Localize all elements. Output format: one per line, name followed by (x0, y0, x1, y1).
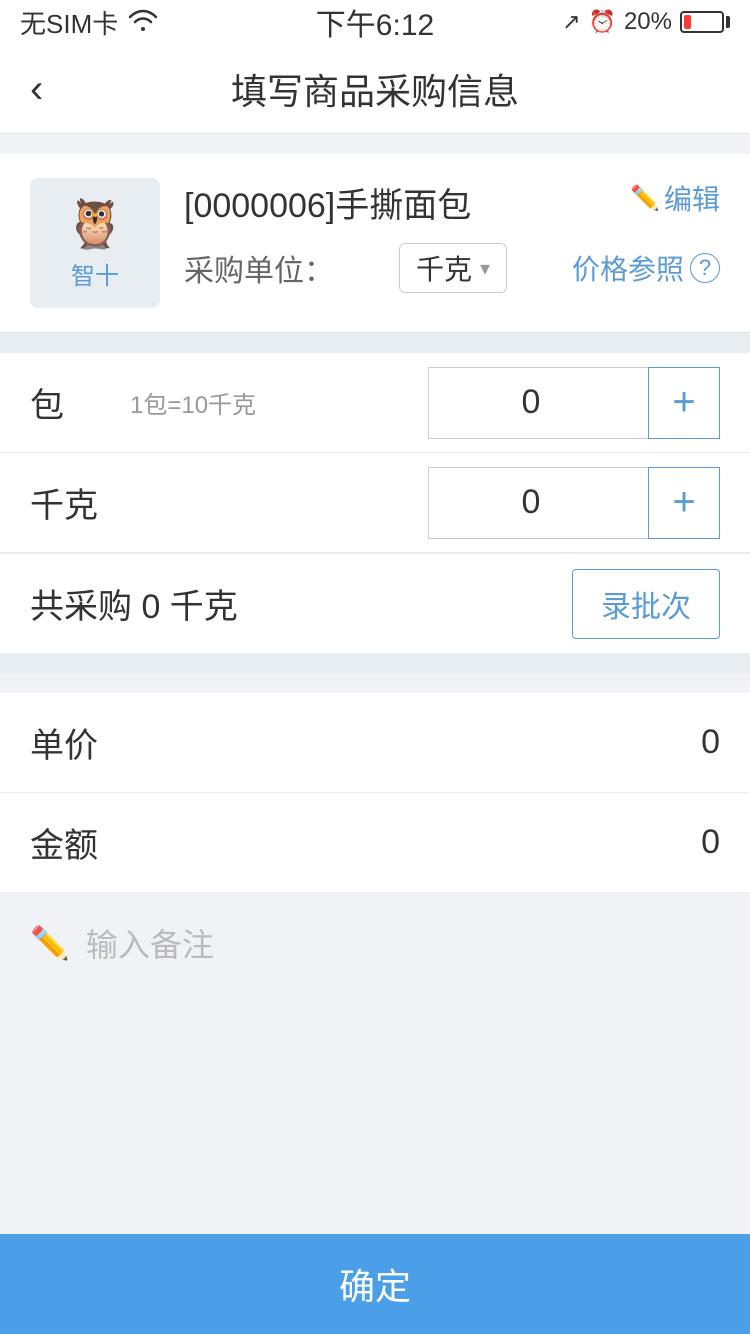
status-time: 下午6:12 (316, 0, 434, 44)
amount-value: 0 (701, 823, 720, 862)
bag-plus-button[interactable]: + (648, 367, 720, 439)
kg-input-row: 千克 + (0, 453, 750, 553)
price-ref-question-icon: ? (690, 253, 720, 283)
kg-input[interactable] (428, 467, 648, 539)
input-section: 包 1包=10千克 + 千克 + 共采购 0 千克 录批次 (0, 353, 750, 653)
amount-label: 金额 (30, 818, 701, 867)
alarm-icon: ⏰ (589, 9, 616, 35)
product-image: 🦉 智十 (30, 178, 160, 308)
product-header: [0000006]手撕面包 ✏️ 编辑 (184, 178, 720, 227)
unit-value: 千克 (416, 248, 472, 288)
confirm-btn-wrapper: 确定 (0, 1234, 750, 1334)
status-bar: 无SIM卡 下午6:12 ↗ ⏰ 20% (0, 0, 750, 44)
remarks-section[interactable]: ✏️ 输入备注 (0, 893, 750, 993)
product-card: 🦉 智十 [0000006]手撕面包 ✏️ 编辑 采购单位： 千克 ▾ 价格参照… (0, 154, 750, 333)
unit-price-value: 0 (701, 723, 720, 762)
battery-icon (680, 11, 730, 33)
back-button[interactable]: ‹ (30, 69, 43, 109)
page-title: 填写商品采购信息 (231, 63, 519, 115)
unit-price-label: 单价 (30, 718, 701, 767)
unit-row: 采购单位： 千克 ▾ 价格参照 ? (184, 243, 720, 293)
battery-percent: 20% (624, 8, 672, 36)
kg-label: 千克 (30, 478, 110, 527)
unit-select[interactable]: 千克 ▾ (399, 243, 507, 293)
price-section: 单价 0 金额 0 (0, 693, 750, 893)
price-ref-link[interactable]: 价格参照 ? (572, 248, 720, 288)
edit-link[interactable]: ✏️ 编辑 (630, 178, 720, 218)
confirm-button[interactable]: 确定 (0, 1234, 750, 1334)
bag-label: 包 (30, 378, 110, 427)
carrier-text: 无SIM卡 (20, 4, 118, 41)
status-carrier: 无SIM卡 (20, 4, 158, 41)
location-icon: ↗ (562, 9, 580, 35)
batch-button[interactable]: 录批次 (572, 569, 720, 639)
bag-sublabel: 1包=10千克 (130, 385, 408, 420)
bag-input[interactable] (428, 367, 648, 439)
product-info: [0000006]手撕面包 ✏️ 编辑 采购单位： 千克 ▾ 价格参照 ? (184, 178, 720, 293)
bag-input-wrapper: + (428, 367, 720, 439)
pencil-icon: ✏️ (30, 924, 70, 962)
edit-icon: ✏️ (630, 184, 660, 213)
section-divider-1 (0, 333, 750, 353)
kg-input-wrapper: + (428, 467, 720, 539)
kg-plus-button[interactable]: + (648, 467, 720, 539)
brand-owl-icon: 🦉 (65, 195, 125, 252)
unit-price-row: 单价 0 (0, 693, 750, 793)
total-row: 共采购 0 千克 录批次 (0, 553, 750, 653)
amount-row: 金额 0 (0, 793, 750, 893)
remarks-placeholder: 输入备注 (86, 920, 214, 966)
wifi-icon (128, 7, 158, 38)
total-text: 共采购 0 千克 (30, 579, 572, 628)
status-right-icons: ↗ ⏰ 20% (562, 8, 730, 36)
nav-bar: ‹ 填写商品采购信息 (0, 44, 750, 134)
bag-input-row: 包 1包=10千克 + (0, 353, 750, 453)
section-divider-2 (0, 653, 750, 673)
edit-label: 编辑 (664, 178, 720, 218)
unit-label: 采购单位： (184, 246, 334, 290)
product-name: [0000006]手撕面包 (184, 178, 471, 227)
brand-name: 智十 (71, 256, 119, 291)
chevron-down-icon: ▾ (480, 256, 490, 281)
price-ref-label: 价格参照 (572, 248, 684, 288)
